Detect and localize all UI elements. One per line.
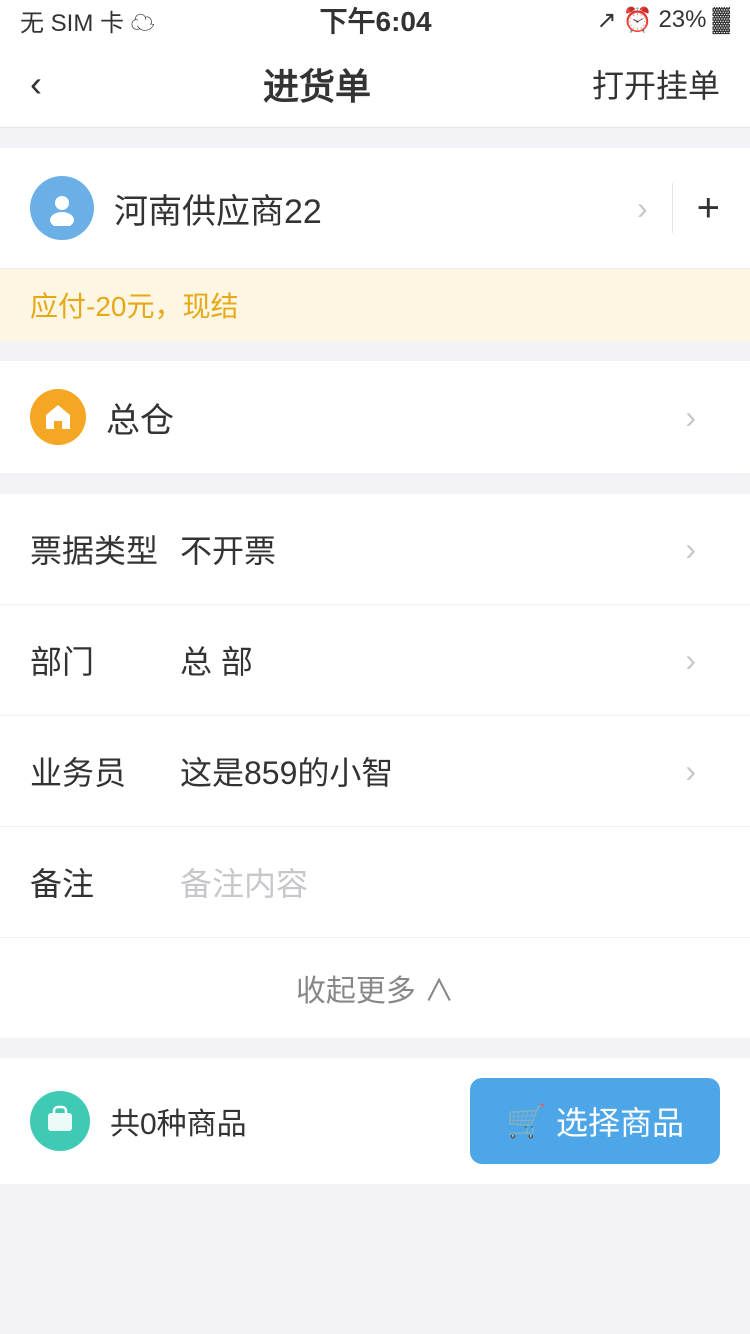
warehouse-section: 总仓 › (0, 361, 750, 474)
department-label: 部门 (30, 637, 160, 683)
supplier-avatar (30, 176, 94, 240)
remark-row[interactable]: 备注 备注内容 (0, 827, 750, 937)
supplier-section: 河南供应商22 › + 应付-20元，现结 (0, 148, 750, 341)
invoice-type-chevron-icon: › (685, 531, 696, 568)
page-title: 进货单 (263, 58, 371, 110)
invoice-type-value: 不开票 (160, 526, 685, 572)
warehouse-chevron-icon: › (685, 399, 696, 436)
nav-bar: ‹ 进货单 打开挂单 (0, 40, 750, 128)
gap1 (0, 128, 750, 148)
invoice-type-row[interactable]: 票据类型 不开票 › (0, 494, 750, 605)
salesperson-label: 业务员 (30, 748, 160, 794)
warehouse-icon (30, 389, 86, 445)
product-count: 共0种商品 (110, 1099, 450, 1143)
status-time: 下午6:04 (320, 0, 432, 40)
status-right: ↗ ⏰ 23% ▓ (596, 6, 730, 35)
salesperson-row[interactable]: 业务员 这是859的小智 › (0, 716, 750, 827)
salesperson-chevron-icon: › (685, 753, 696, 790)
open-pending-button[interactable]: 打开挂单 (592, 61, 720, 107)
status-left: 无 SIM 卡 ☁ (20, 3, 155, 38)
status-bar: 无 SIM 卡 ☁ 下午6:04 ↗ ⏰ 23% ▓ (0, 0, 750, 40)
department-chevron-icon: › (685, 642, 696, 679)
department-row[interactable]: 部门 总 部 › (0, 605, 750, 716)
divider (672, 183, 673, 233)
notice-bar: 应付-20元，现结 (0, 269, 750, 341)
location-icon: ↗ (596, 6, 616, 35)
warehouse-row[interactable]: 总仓 › (0, 361, 750, 474)
signal-text: 无 SIM 卡 ☁ (20, 3, 155, 38)
remark-label: 备注 (30, 859, 160, 905)
remark-input[interactable]: 备注内容 (160, 859, 720, 905)
alarm-icon: ⏰ (623, 6, 653, 35)
gap3 (0, 474, 750, 494)
supplier-row[interactable]: 河南供应商22 › + (0, 148, 750, 269)
invoice-type-label: 票据类型 (30, 526, 160, 572)
department-value: 总 部 (160, 637, 685, 683)
gap4 (0, 1038, 750, 1058)
collapse-bar[interactable]: 收起更多 ∧ (0, 937, 750, 1038)
select-product-label: 选择商品 (556, 1098, 684, 1144)
cart-icon (42, 1103, 78, 1139)
battery-icon: ▓ (712, 6, 730, 34)
supplier-chevron-icon: › (637, 190, 648, 227)
gap2 (0, 341, 750, 361)
back-button[interactable]: ‹ (30, 63, 42, 105)
warehouse-name: 总仓 (106, 393, 685, 442)
house-icon (42, 401, 74, 433)
battery-text: 23% (658, 6, 706, 34)
supplier-name: 河南供应商22 (114, 184, 637, 233)
form-section: 票据类型 不开票 › 部门 总 部 › 业务员 这是859的小智 › 备注 备注… (0, 494, 750, 937)
product-icon (30, 1091, 90, 1151)
person-icon (44, 190, 80, 226)
footer-bar: 共0种商品 🛒 选择商品 (0, 1058, 750, 1184)
select-product-button[interactable]: 🛒 选择商品 (470, 1078, 720, 1164)
salesperson-value: 这是859的小智 (160, 748, 685, 794)
add-supplier-button[interactable]: + (697, 188, 720, 228)
select-icon: 🛒 (506, 1102, 546, 1140)
